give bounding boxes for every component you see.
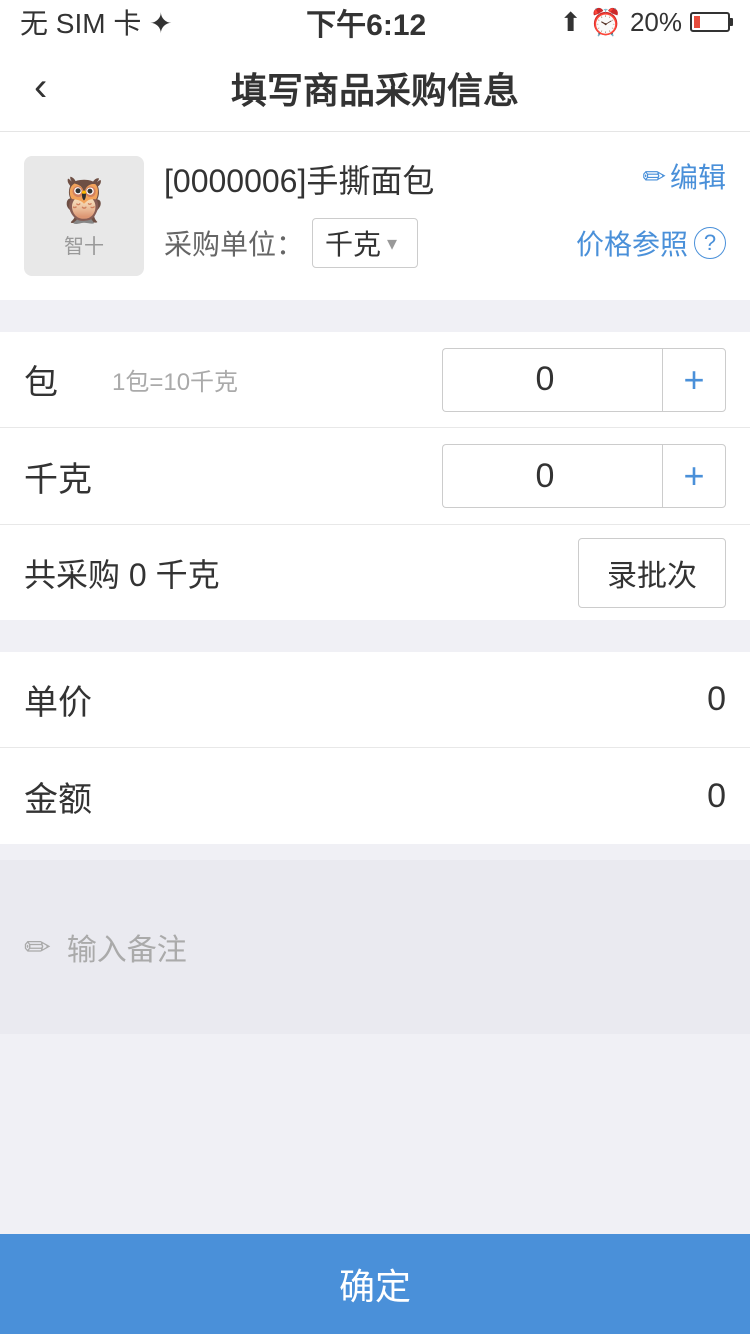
remark-section[interactable]: ✏ 输入备注 xyxy=(0,860,750,1034)
kg-input[interactable] xyxy=(442,444,662,508)
chevron-down-icon: ▾ xyxy=(387,231,397,256)
confirm-button-label: 确定 xyxy=(339,1258,411,1310)
purchase-unit-label: 采购单位： xyxy=(164,223,304,263)
battery-icon xyxy=(690,12,730,32)
back-button[interactable]: ‹ xyxy=(24,55,57,120)
package-plus-button[interactable]: + xyxy=(662,348,726,412)
product-info: [0000006]手撕面包 ✏ 编辑 采购单位： 千克 ▾ 价格参照 ? xyxy=(164,156,726,268)
kg-label: 千克 xyxy=(24,452,104,501)
input-section: 包 1包=10千克 + 千克 + xyxy=(0,332,750,524)
unit-price-row: 单价 0 xyxy=(0,652,750,748)
info-section: 单价 0 金额 0 xyxy=(0,652,750,844)
edit-label: 编辑 xyxy=(670,156,726,196)
price-ref-button[interactable]: 价格参照 ? xyxy=(576,223,726,263)
product-brand-label: 智十 xyxy=(64,230,104,259)
kg-input-row: 千克 + xyxy=(0,428,750,524)
package-sublabel: 1包=10千克 xyxy=(112,362,442,397)
unit-select[interactable]: 千克 ▾ xyxy=(312,218,418,268)
page-title: 填写商品采购信息 xyxy=(231,62,519,114)
nav-bar: ‹ 填写商品采购信息 xyxy=(0,44,750,132)
remark-placeholder: 输入备注 xyxy=(67,925,187,969)
summary-row: 共采购 0 千克 录批次 xyxy=(0,524,750,620)
amount-value: 0 xyxy=(707,777,726,816)
package-input[interactable] xyxy=(442,348,662,412)
kg-controls: + xyxy=(442,444,726,508)
confirm-bar[interactable]: 确定 xyxy=(0,1234,750,1334)
price-ref-label: 价格参照 xyxy=(576,223,688,263)
divider-2 xyxy=(0,620,750,636)
product-owl-icon: 🦉 xyxy=(57,174,112,226)
alarm-icon: ⏰ xyxy=(590,7,622,38)
purchase-unit-row: 采购单位： 千克 ▾ 价格参照 ? xyxy=(164,218,726,268)
status-right: ⬆ ⏰ 20% xyxy=(560,7,730,38)
purchase-unit-left: 采购单位： 千克 ▾ xyxy=(164,218,418,268)
amount-label: 金额 xyxy=(24,772,92,821)
pencil-icon: ✏ xyxy=(24,928,51,966)
batch-button[interactable]: 录批次 xyxy=(578,538,726,608)
edit-button[interactable]: ✏ 编辑 xyxy=(643,156,726,196)
sim-label: 无 SIM 卡 ✦ xyxy=(20,2,173,42)
unit-value: 千克 xyxy=(325,223,381,263)
summary-text: 共采购 0 千克 xyxy=(24,550,220,596)
unit-price-label: 单价 xyxy=(24,675,92,724)
package-controls: + xyxy=(442,348,726,412)
amount-row: 金额 0 xyxy=(0,748,750,844)
edit-icon: ✏ xyxy=(643,160,666,193)
status-bar: 无 SIM 卡 ✦ 下午6:12 ⬆ ⏰ 20% xyxy=(0,0,750,44)
divider-1 xyxy=(0,316,750,332)
product-name-row: [0000006]手撕面包 ✏ 编辑 xyxy=(164,156,726,202)
product-card: 🦉 智十 [0000006]手撕面包 ✏ 编辑 采购单位： 千克 ▾ xyxy=(0,132,750,300)
battery-label: 20% xyxy=(630,7,682,38)
help-icon: ? xyxy=(694,227,726,259)
package-label: 包 xyxy=(24,355,104,404)
unit-price-value: 0 xyxy=(707,680,726,719)
package-input-row: 包 1包=10千克 + xyxy=(0,332,750,428)
product-name: [0000006]手撕面包 xyxy=(164,156,434,202)
product-image: 🦉 智十 xyxy=(24,156,144,276)
spacer xyxy=(0,1034,750,1234)
status-left: 无 SIM 卡 ✦ xyxy=(20,2,173,42)
location-icon: ⬆ xyxy=(560,7,582,38)
kg-plus-button[interactable]: + xyxy=(662,444,726,508)
status-time: 下午6:12 xyxy=(306,0,426,44)
